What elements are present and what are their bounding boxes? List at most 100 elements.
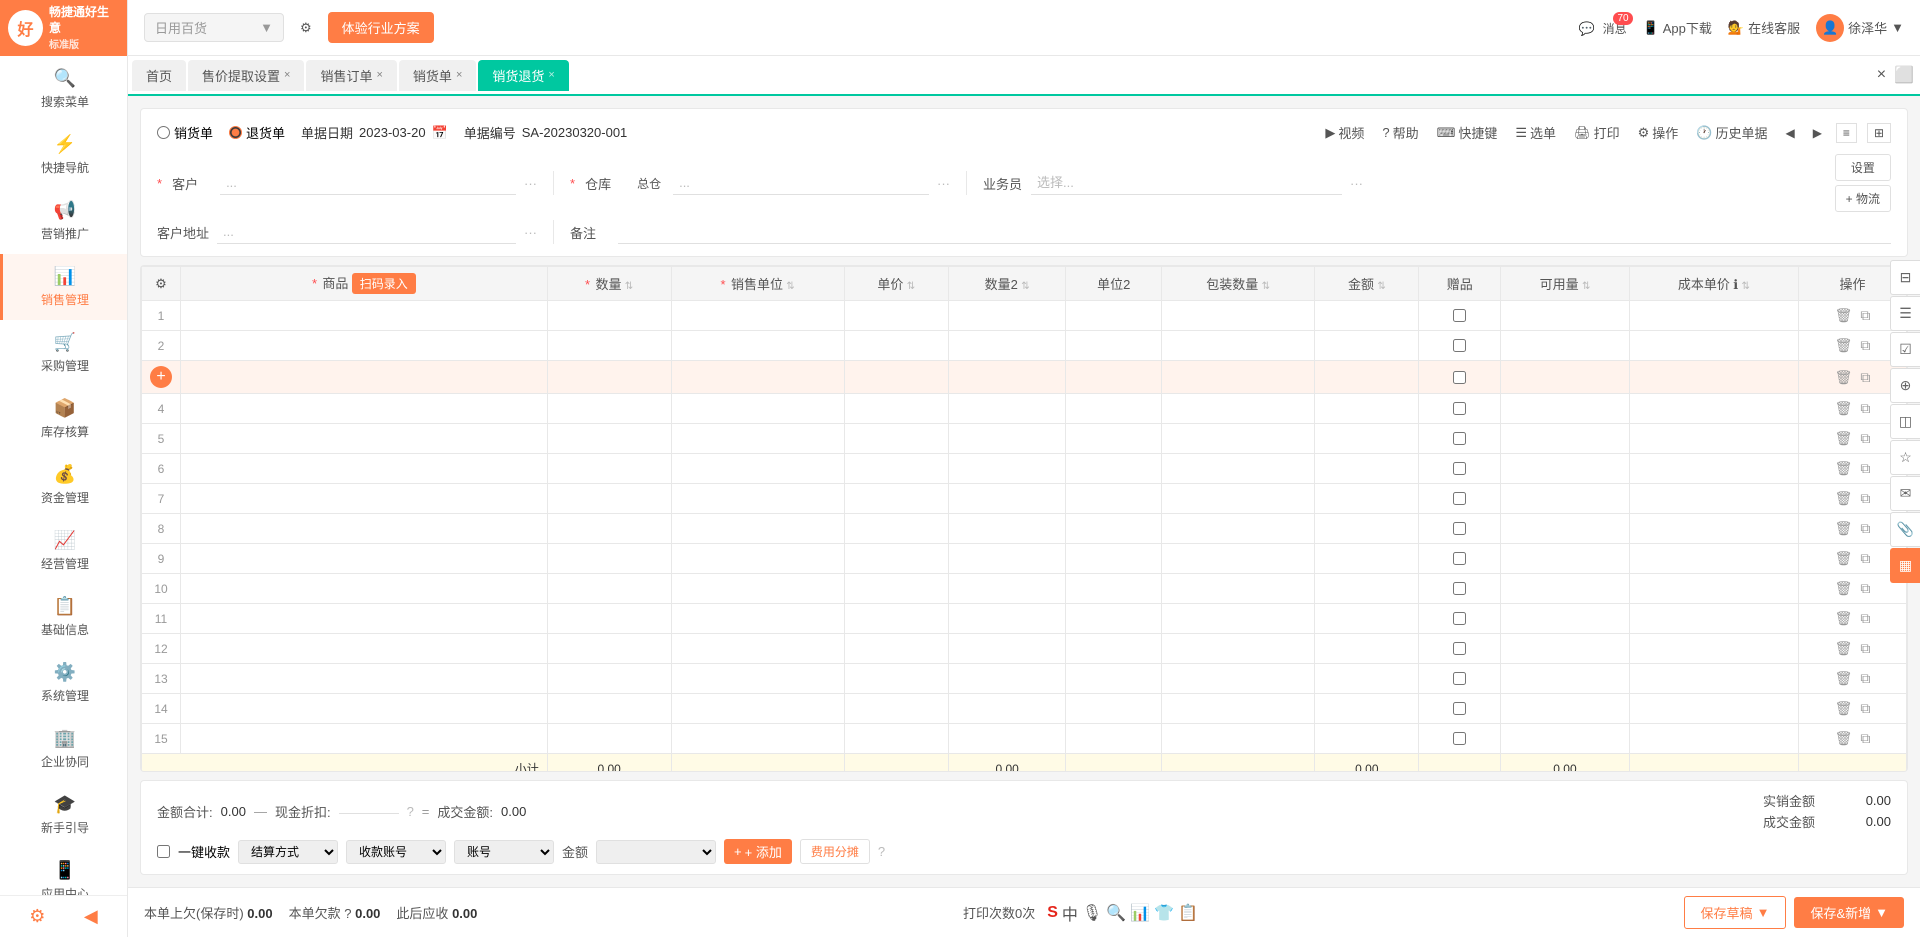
rp-btn-1[interactable]: ⊟ xyxy=(1890,260,1920,295)
copy-row-btn[interactable]: ⧉ xyxy=(1858,337,1872,354)
sort-icon[interactable]: ⇅ xyxy=(1377,281,1385,292)
staff-input[interactable] xyxy=(1031,171,1342,195)
tool2-icon[interactable]: 🎙 xyxy=(1082,903,1102,923)
copy-row-btn[interactable]: ⧉ xyxy=(1858,460,1872,477)
sidebar-item-system[interactable]: ⚙️ 系统管理 xyxy=(0,650,127,716)
settings-btn[interactable]: 设置 xyxy=(1835,154,1891,181)
tab-sale-delivery[interactable]: 销货单 × xyxy=(399,60,476,91)
price-cell[interactable] xyxy=(844,331,948,361)
delete-row-btn[interactable]: 🗑 xyxy=(1833,430,1855,447)
gift-checkbox[interactable] xyxy=(1453,522,1466,535)
rp-btn-9[interactable]: ▦ xyxy=(1890,548,1920,583)
delete-row-btn[interactable]: 🗑 xyxy=(1833,490,1855,507)
cost-price-cell[interactable] xyxy=(1629,331,1798,361)
save-draft-btn[interactable]: 保存草稿 ▼ xyxy=(1684,896,1787,929)
tool6-icon[interactable]: 📋 xyxy=(1178,903,1198,923)
delete-row-btn[interactable]: 🗑 xyxy=(1833,460,1855,477)
gift-checkbox[interactable] xyxy=(1453,642,1466,655)
save-new-btn[interactable]: 保存&新增 ▼ xyxy=(1794,897,1904,928)
delete-row-btn[interactable]: 🗑 xyxy=(1833,670,1855,687)
experience-btn[interactable]: 体验行业方案 xyxy=(328,12,434,43)
copy-row-btn[interactable]: ⧉ xyxy=(1858,580,1872,597)
sidebar-item-operation[interactable]: 📈 经营管理 xyxy=(0,518,127,584)
fee-split-btn[interactable]: 费用分摊 xyxy=(800,839,870,864)
gift-checkbox[interactable] xyxy=(1453,462,1466,475)
tab-sale-order[interactable]: 销售订单 × xyxy=(306,60,396,91)
discount-help-icon[interactable]: ? xyxy=(407,804,414,819)
delete-row-btn[interactable]: 🗑 xyxy=(1833,700,1855,717)
sort-icon[interactable]: ⇅ xyxy=(1742,281,1750,292)
add-row-btn[interactable]: + xyxy=(150,366,172,388)
amount-cell[interactable] xyxy=(1315,331,1419,361)
online-service-btn[interactable]: 💁 在线客服 xyxy=(1728,18,1800,37)
message-btn[interactable]: 💬 70 消息 xyxy=(1579,16,1627,39)
available-cell[interactable] xyxy=(1501,331,1630,361)
sort-icon[interactable]: ⇅ xyxy=(625,281,633,292)
pack-cell[interactable] xyxy=(1161,361,1314,394)
address-input[interactable] xyxy=(217,220,516,244)
copy-row-btn[interactable]: ⧉ xyxy=(1858,430,1872,447)
help-btn[interactable]: ? 帮助 xyxy=(1378,121,1422,144)
user-menu[interactable]: 👤 徐泽华 ▼ xyxy=(1816,14,1904,42)
available-cell[interactable] xyxy=(1501,361,1630,394)
tool1-icon[interactable]: 中 xyxy=(1062,901,1078,925)
return-radio-input[interactable] xyxy=(229,126,242,139)
price-cell[interactable] xyxy=(844,361,948,394)
unit2-cell[interactable] xyxy=(1066,361,1161,394)
delete-row-btn[interactable]: 🗑 xyxy=(1833,369,1855,386)
sort-icon[interactable]: ⇅ xyxy=(1021,281,1029,292)
next-btn[interactable]: ▶ xyxy=(1809,124,1826,142)
delete-row-btn[interactable]: 🗑 xyxy=(1833,307,1855,324)
settings-btn[interactable]: ⚙ xyxy=(292,16,320,40)
unit-cell[interactable] xyxy=(671,361,844,394)
amount-cell[interactable] xyxy=(1315,301,1419,331)
prev-btn[interactable]: ◀ xyxy=(1781,124,1798,142)
quick-nav-selector[interactable]: 日用百货 ▼ xyxy=(144,13,284,42)
copy-row-btn[interactable]: ⧉ xyxy=(1858,700,1872,717)
pack-cell[interactable] xyxy=(1161,301,1314,331)
price-cell[interactable] xyxy=(844,301,948,331)
fee-help-icon[interactable]: ? xyxy=(878,844,885,859)
gift-checkbox[interactable] xyxy=(1453,732,1466,745)
copy-row-btn[interactable]: ⧉ xyxy=(1858,670,1872,687)
sort-icon[interactable]: ⇅ xyxy=(1582,281,1590,292)
tab-close-icon[interactable]: × xyxy=(456,69,462,81)
operate-btn[interactable]: ⚙ 操作 xyxy=(1634,121,1683,144)
history-btn[interactable]: 🕐 历史单据 xyxy=(1692,121,1771,144)
rp-btn-6[interactable]: ☆ xyxy=(1890,440,1920,475)
copy-row-btn[interactable]: ⧉ xyxy=(1858,730,1872,747)
delete-row-btn[interactable]: 🗑 xyxy=(1833,550,1855,567)
unit-cell[interactable] xyxy=(671,331,844,361)
add-payment-btn[interactable]: + + 添加 xyxy=(724,839,792,864)
gift-checkbox[interactable] xyxy=(1453,432,1466,445)
sidebar-item-purchase[interactable]: 🛒 采购管理 xyxy=(0,320,127,386)
sidebar-item-marketing[interactable]: 📢 营销推广 xyxy=(0,188,127,254)
sidebar-item-finance[interactable]: 💰 资金管理 xyxy=(0,452,127,518)
unit2-cell[interactable] xyxy=(1066,331,1161,361)
pack-cell[interactable] xyxy=(1161,331,1314,361)
sale-radio[interactable]: 销货单 xyxy=(157,123,213,142)
gift-checkbox[interactable] xyxy=(1453,371,1466,384)
account-no-select[interactable]: 账号 xyxy=(454,840,554,864)
tab-sale-return[interactable]: 销货退货 × xyxy=(478,60,568,91)
rp-btn-5[interactable]: ◫ xyxy=(1890,404,1920,439)
sidebar-item-inventory[interactable]: 📦 库存核算 xyxy=(0,386,127,452)
qty2-cell[interactable] xyxy=(948,301,1066,331)
sort-icon[interactable]: ⇅ xyxy=(1262,281,1270,292)
return-radio[interactable]: 退货单 xyxy=(229,123,285,142)
copy-row-btn[interactable]: ⧉ xyxy=(1858,640,1872,657)
tab-sale-price[interactable]: 售价提取设置 × xyxy=(188,60,304,91)
amount-payment-input[interactable] xyxy=(596,840,716,864)
sidebar-item-quick[interactable]: ⚡ 快捷导航 xyxy=(0,122,127,188)
qty2-cell[interactable] xyxy=(948,361,1066,394)
tab-home[interactable]: 首页 xyxy=(132,60,186,91)
shortcut-btn[interactable]: ⌨ 快捷键 xyxy=(1433,121,1502,144)
sale-radio-input[interactable] xyxy=(157,126,170,139)
print-btn[interactable]: 🖨 打印 xyxy=(1570,121,1624,144)
delete-row-btn[interactable]: 🗑 xyxy=(1833,337,1855,354)
gift-checkbox[interactable] xyxy=(1453,612,1466,625)
gift-checkbox[interactable] xyxy=(1453,492,1466,505)
qty2-cell[interactable] xyxy=(948,331,1066,361)
sort-icon[interactable]: ⇅ xyxy=(907,281,915,292)
sidebar-item-enterprise[interactable]: 🏢 企业协同 xyxy=(0,716,127,782)
